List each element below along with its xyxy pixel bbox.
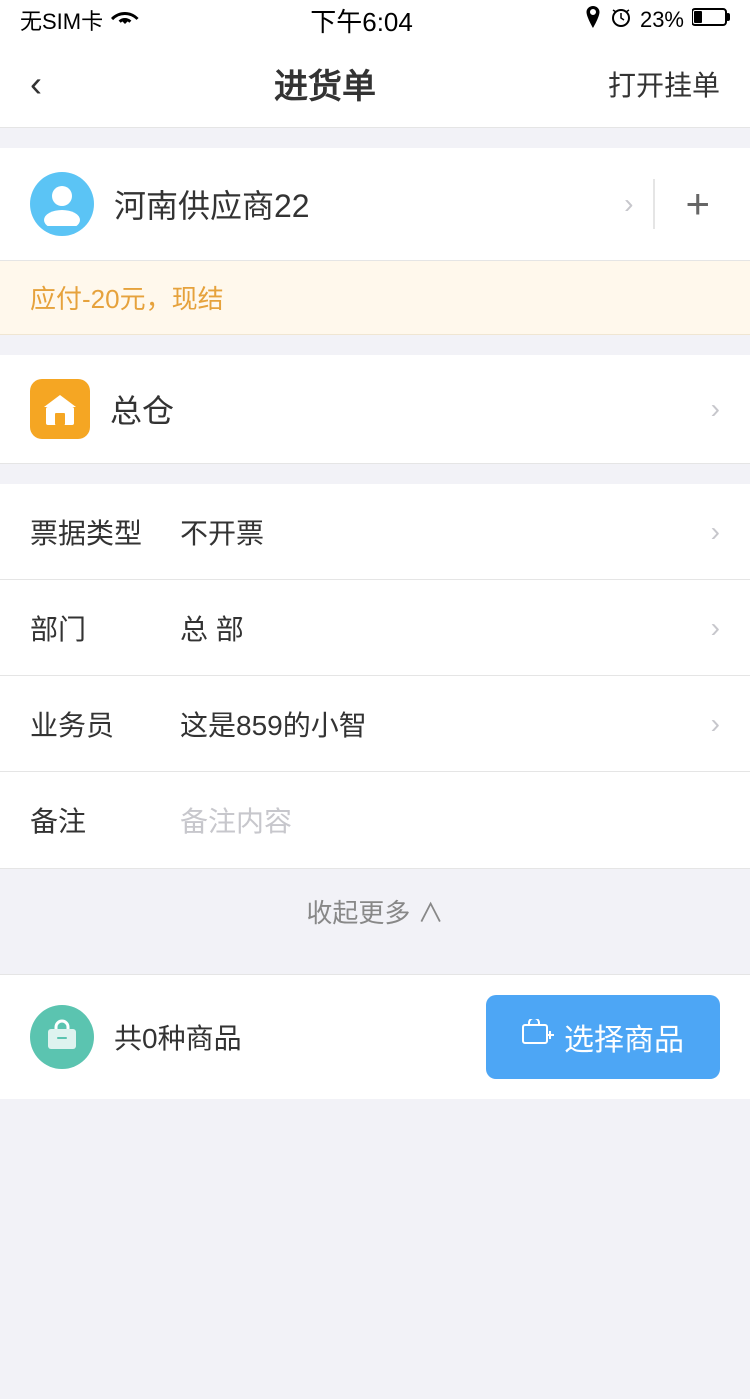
notice-text: 应付-20元，现结 (30, 284, 224, 314)
ticket-type-label: 票据类型 (30, 512, 150, 552)
supplier-divider (653, 179, 655, 229)
status-bar: 无SIM卡 下午6:04 23% (0, 0, 750, 40)
warehouse-icon (30, 379, 90, 439)
product-count-text: 共0种商品 (114, 1017, 486, 1057)
department-value: 总 部 (150, 608, 701, 648)
department-label: 部门 (30, 608, 150, 648)
salesperson-value: 这是859的小智 (150, 704, 701, 744)
product-icon (30, 1005, 94, 1069)
status-right: 23% (584, 6, 730, 34)
wifi-icon (111, 6, 139, 34)
section-divider-2 (0, 335, 750, 355)
collapse-label: 收起更多 ∧ (306, 898, 443, 928)
supplier-section: 河南供应商22 › + 应付-20元，现结 (0, 148, 750, 335)
status-time: 下午6:04 (310, 2, 413, 39)
salesperson-row[interactable]: 业务员 这是859的小智 › (0, 676, 750, 772)
ticket-type-value: 不开票 (150, 512, 701, 552)
location-icon (584, 6, 602, 34)
gray-area (0, 1099, 750, 1399)
page-title: 进货单 (274, 59, 376, 108)
salesperson-label: 业务员 (30, 704, 150, 744)
select-goods-icon (522, 1019, 554, 1055)
collapse-row[interactable]: 收起更多 ∧ (0, 868, 750, 954)
battery-text: 23% (640, 7, 684, 33)
remark-row[interactable]: 备注 备注内容 (0, 772, 750, 868)
supplier-chevron-icon: › (624, 188, 633, 220)
department-row[interactable]: 部门 总 部 › (0, 580, 750, 676)
open-pending-button[interactable]: 打开挂单 (608, 64, 720, 104)
department-chevron-icon: › (711, 612, 720, 644)
back-button[interactable]: ‹ (30, 63, 42, 105)
warehouse-row[interactable]: 总仓 › (0, 355, 750, 464)
select-goods-label: 选择商品 (564, 1015, 684, 1059)
status-left: 无SIM卡 (20, 4, 139, 36)
section-divider-4 (0, 954, 750, 974)
battery-icon (692, 7, 730, 33)
salesperson-chevron-icon: › (711, 708, 720, 740)
supplier-avatar (30, 172, 94, 236)
warehouse-chevron-icon: › (711, 393, 720, 425)
ticket-type-row[interactable]: 票据类型 不开票 › (0, 484, 750, 580)
alarm-icon (610, 6, 632, 34)
section-divider-1 (0, 128, 750, 148)
form-section: 票据类型 不开票 › 部门 总 部 › 业务员 这是859的小智 › 备注 备注… (0, 484, 750, 868)
notice-banner: 应付-20元，现结 (0, 261, 750, 335)
supplier-name: 河南供应商22 (114, 181, 614, 227)
supplier-row[interactable]: 河南供应商22 › + (0, 148, 750, 261)
add-supplier-button[interactable]: + (675, 180, 720, 228)
carrier-text: 无SIM卡 (20, 4, 103, 36)
bottom-bar: 共0种商品 选择商品 (0, 974, 750, 1099)
section-divider-3 (0, 464, 750, 484)
remark-label: 备注 (30, 800, 150, 840)
select-goods-button[interactable]: 选择商品 (486, 995, 720, 1079)
ticket-type-chevron-icon: › (711, 516, 720, 548)
remark-input[interactable]: 备注内容 (150, 800, 720, 840)
nav-bar: ‹ 进货单 打开挂单 (0, 40, 750, 128)
warehouse-name: 总仓 (110, 386, 701, 432)
